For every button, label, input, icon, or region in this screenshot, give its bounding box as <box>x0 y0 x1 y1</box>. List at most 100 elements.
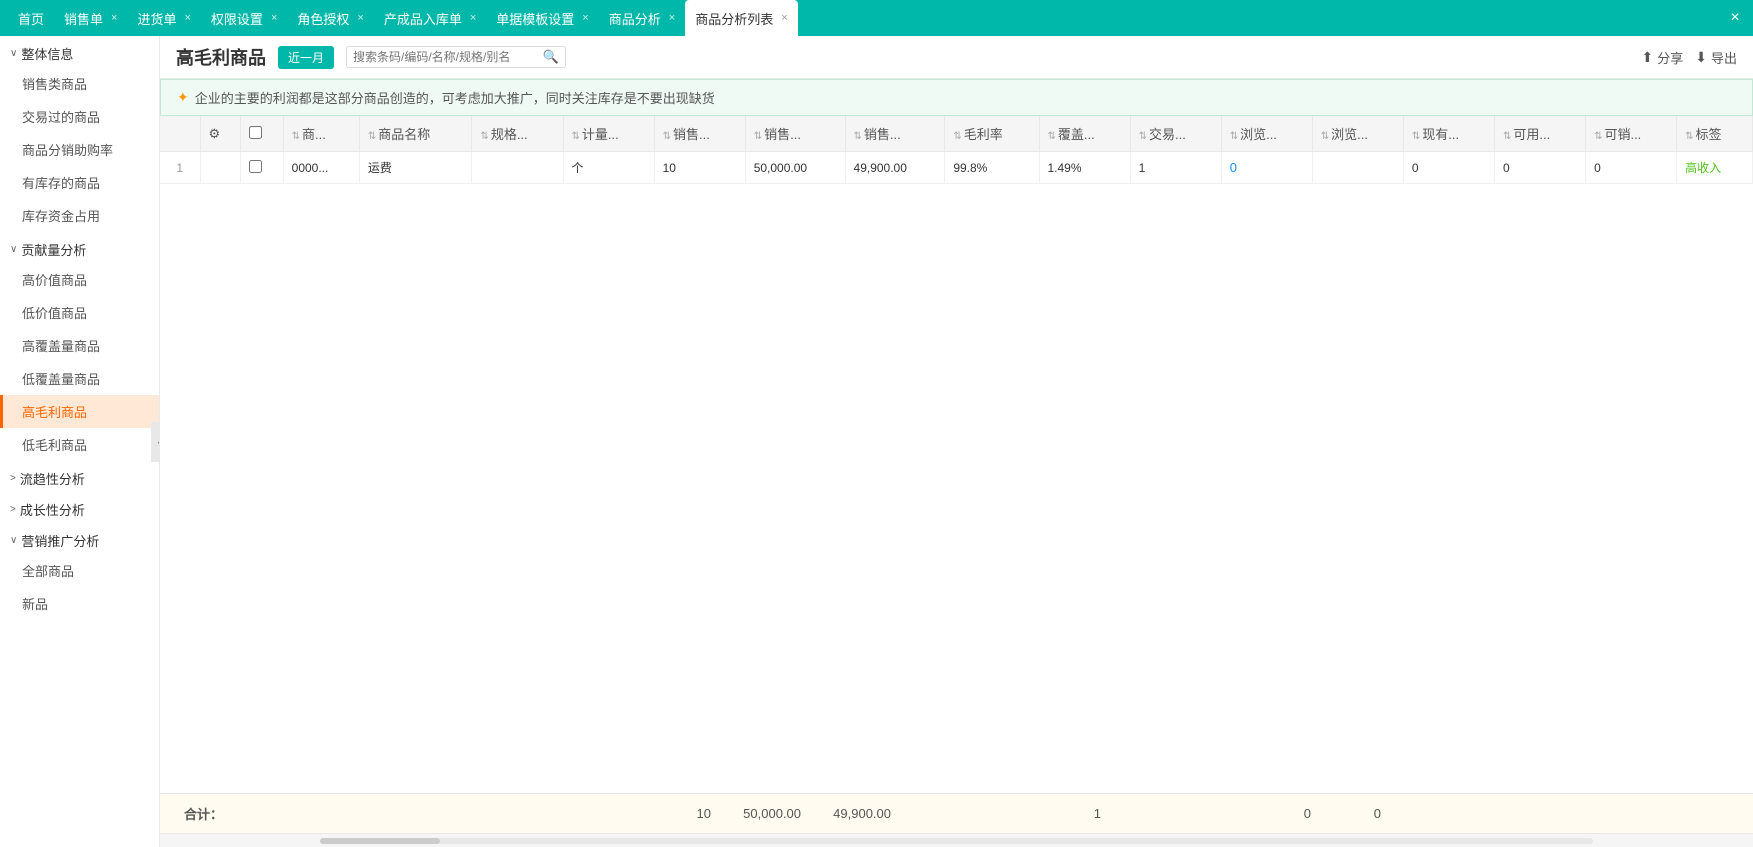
cell-gross_rate: 99.8% <box>945 152 1039 184</box>
col-header-sales_qty[interactable]: ⇅销售... <box>654 116 745 152</box>
search-icon[interactable]: 🔍 <box>543 49 559 65</box>
footer-cell: 0 <box>1249 806 1319 821</box>
nav-tab-权限设置[interactable]: 权限设置× <box>201 0 287 36</box>
search-input[interactable] <box>353 50 539 64</box>
col-header-settings[interactable]: ⚙ <box>200 116 241 152</box>
sidebar-section-成长性分析[interactable]: >成长性分析 <box>0 492 159 523</box>
settings-icon[interactable]: ⚙ <box>209 126 221 141</box>
nav-tab-进货单[interactable]: 进货单× <box>127 0 200 36</box>
cell-checkbox <box>241 152 284 184</box>
cell-code: 0000... <box>283 152 359 184</box>
cell-coverage: 1.49% <box>1039 152 1130 184</box>
nav-tab-角色授权[interactable]: 角色授权 × <box>287 0 373 36</box>
nav-tab-商品分析[interactable]: 商品分析 × <box>599 0 685 36</box>
col-header-current[interactable]: ⇅现有... <box>1403 116 1494 152</box>
sidebar-section-贡献量分析[interactable]: ∨贡献量分析 <box>0 232 159 263</box>
sidebar-collapse-button[interactable]: « <box>151 422 160 462</box>
sort-icon: ⇅ <box>368 131 376 142</box>
content-area: 高毛利商品 近一月 🔍 ⬆ 分享 ⬇ 导出 ✦ 企业的主要的利润都是这部分商品创… <box>160 36 1753 847</box>
close-icon[interactable]: × <box>111 12 117 24</box>
cell-unit: 个 <box>563 152 654 184</box>
cell-num: 1 <box>160 152 200 184</box>
cell-sales_qty: 10 <box>654 152 745 184</box>
col-header-trade[interactable]: ⇅交易... <box>1130 116 1221 152</box>
col-header-sales_cost[interactable]: ⇅销售... <box>845 116 945 152</box>
nav-tab-单据模板设置[interactable]: 单据模板设置× <box>486 0 598 36</box>
col-header-checkbox[interactable] <box>241 116 284 152</box>
filter-recent-month-button[interactable]: 近一月 <box>278 46 334 69</box>
col-header-saleable[interactable]: ⇅可销... <box>1586 116 1677 152</box>
close-icon[interactable]: × <box>582 12 588 24</box>
sidebar-item-低覆盖量商品[interactable]: 低覆盖量商品 <box>0 362 159 395</box>
sidebar-item-销售类商品[interactable]: 销售类商品 <box>0 67 159 100</box>
close-icon[interactable]: × <box>357 12 363 24</box>
info-icon: ✦ <box>177 89 189 106</box>
content-header: 高毛利商品 近一月 🔍 ⬆ 分享 ⬇ 导出 <box>160 36 1753 79</box>
export-button[interactable]: ⬇ 导出 <box>1695 48 1737 67</box>
sidebar-item-新品[interactable]: 新品 <box>0 587 159 620</box>
sidebar-section-整体信息[interactable]: ∨整体信息 <box>0 36 159 67</box>
sidebar-item-商品分销助购率[interactable]: 商品分销助购率 <box>0 133 159 166</box>
nav-tab-产成品入库单[interactable]: 产成品入库单× <box>374 0 486 36</box>
scrollbar-area[interactable] <box>160 833 1753 847</box>
close-icon[interactable]: × <box>470 12 476 24</box>
sidebar-item-低价值商品[interactable]: 低价值商品 <box>0 296 159 329</box>
cell-trade: 1 <box>1130 152 1221 184</box>
select-all-checkbox[interactable] <box>249 126 262 139</box>
col-header-unit[interactable]: ⇅计量... <box>563 116 654 152</box>
sidebar-item-高覆盖量商品[interactable]: 高覆盖量商品 <box>0 329 159 362</box>
sidebar-item-交易过的商品[interactable]: 交易过的商品 <box>0 100 159 133</box>
window-close-button[interactable]: × <box>1725 8 1745 28</box>
nav-tab-销售单[interactable]: 销售单× <box>54 0 127 36</box>
footer-cell: 1 <box>1039 806 1109 821</box>
share-icon: ⬆ <box>1642 49 1654 66</box>
page-title: 高毛利商品 <box>176 44 266 70</box>
sidebar: « ∨整体信息销售类商品交易过的商品商品分销助购率有库存的商品库存资金占用∨贡献… <box>0 36 160 847</box>
sidebar-item-高价值商品[interactable]: 高价值商品 <box>0 263 159 296</box>
table-container[interactable]: ⚙⇅商...⇅商品名称⇅规格...⇅计量...⇅销售...⇅销售...⇅销售..… <box>160 116 1753 793</box>
sort-icon: ⇅ <box>480 131 488 142</box>
col-header-spec[interactable]: ⇅规格... <box>472 116 563 152</box>
sidebar-section-营销推广分析[interactable]: ∨营销推广分析 <box>0 523 159 554</box>
sidebar-section-流趋性分析[interactable]: >流趋性分析 <box>0 461 159 492</box>
link-value[interactable]: 0 <box>1230 160 1237 175</box>
section-label: 整体信息 <box>21 44 73 63</box>
close-icon[interactable]: × <box>781 12 787 24</box>
close-icon[interactable]: × <box>184 12 190 24</box>
col-header-name[interactable]: ⇅商品名称 <box>359 116 472 152</box>
sort-icon: ⇅ <box>754 131 762 142</box>
nav-tab-label: 首页 <box>18 9 44 28</box>
header-actions: ⬆ 分享 ⬇ 导出 <box>1642 48 1738 67</box>
col-header-available[interactable]: ⇅可用... <box>1494 116 1585 152</box>
col-header-sales_amt[interactable]: ⇅销售... <box>745 116 845 152</box>
col-header-tag[interactable]: ⇅标签 <box>1677 116 1753 152</box>
share-button[interactable]: ⬆ 分享 <box>1642 48 1684 67</box>
sidebar-item-低毛利商品[interactable]: 低毛利商品 <box>0 428 159 461</box>
col-header-gross_rate[interactable]: ⇅毛利率 <box>945 116 1039 152</box>
close-icon[interactable]: × <box>271 12 277 24</box>
sort-icon: ⇅ <box>292 131 300 142</box>
nav-tab-label: 商品分析 <box>609 9 661 28</box>
scrollbar-thumb[interactable] <box>320 838 440 844</box>
row-checkbox[interactable] <box>249 160 262 173</box>
col-header-code[interactable]: ⇅商... <box>283 116 359 152</box>
col-header-coverage[interactable]: ⇅覆盖... <box>1039 116 1130 152</box>
sidebar-item-有库存的商品[interactable]: 有库存的商品 <box>0 166 159 199</box>
horizontal-scrollbar[interactable] <box>320 838 1593 844</box>
sidebar-item-全部商品[interactable]: 全部商品 <box>0 554 159 587</box>
close-icon[interactable]: × <box>669 12 675 24</box>
section-label: 流趋性分析 <box>20 469 85 488</box>
col-header-num <box>160 116 200 152</box>
nav-tab-label: 角色授权 <box>297 9 349 28</box>
sidebar-item-高毛利商品[interactable]: 高毛利商品 <box>0 395 159 428</box>
col-header-browse2[interactable]: ⇅浏览... <box>1312 116 1403 152</box>
cell-tag: 高收入 <box>1677 152 1753 184</box>
arrow-icon: > <box>10 504 16 515</box>
nav-tab-商品分析列表[interactable]: 商品分析列表× <box>685 0 797 36</box>
sidebar-item-库存资金占用[interactable]: 库存资金占用 <box>0 199 159 232</box>
footer-label: 合计： <box>168 804 239 823</box>
col-header-browse1[interactable]: ⇅浏览... <box>1221 116 1312 152</box>
nav-tab-首页[interactable]: 首页 <box>8 0 54 36</box>
tag-label: 高收入 <box>1685 161 1721 175</box>
footer-cell: 49,900.00 <box>809 806 899 821</box>
